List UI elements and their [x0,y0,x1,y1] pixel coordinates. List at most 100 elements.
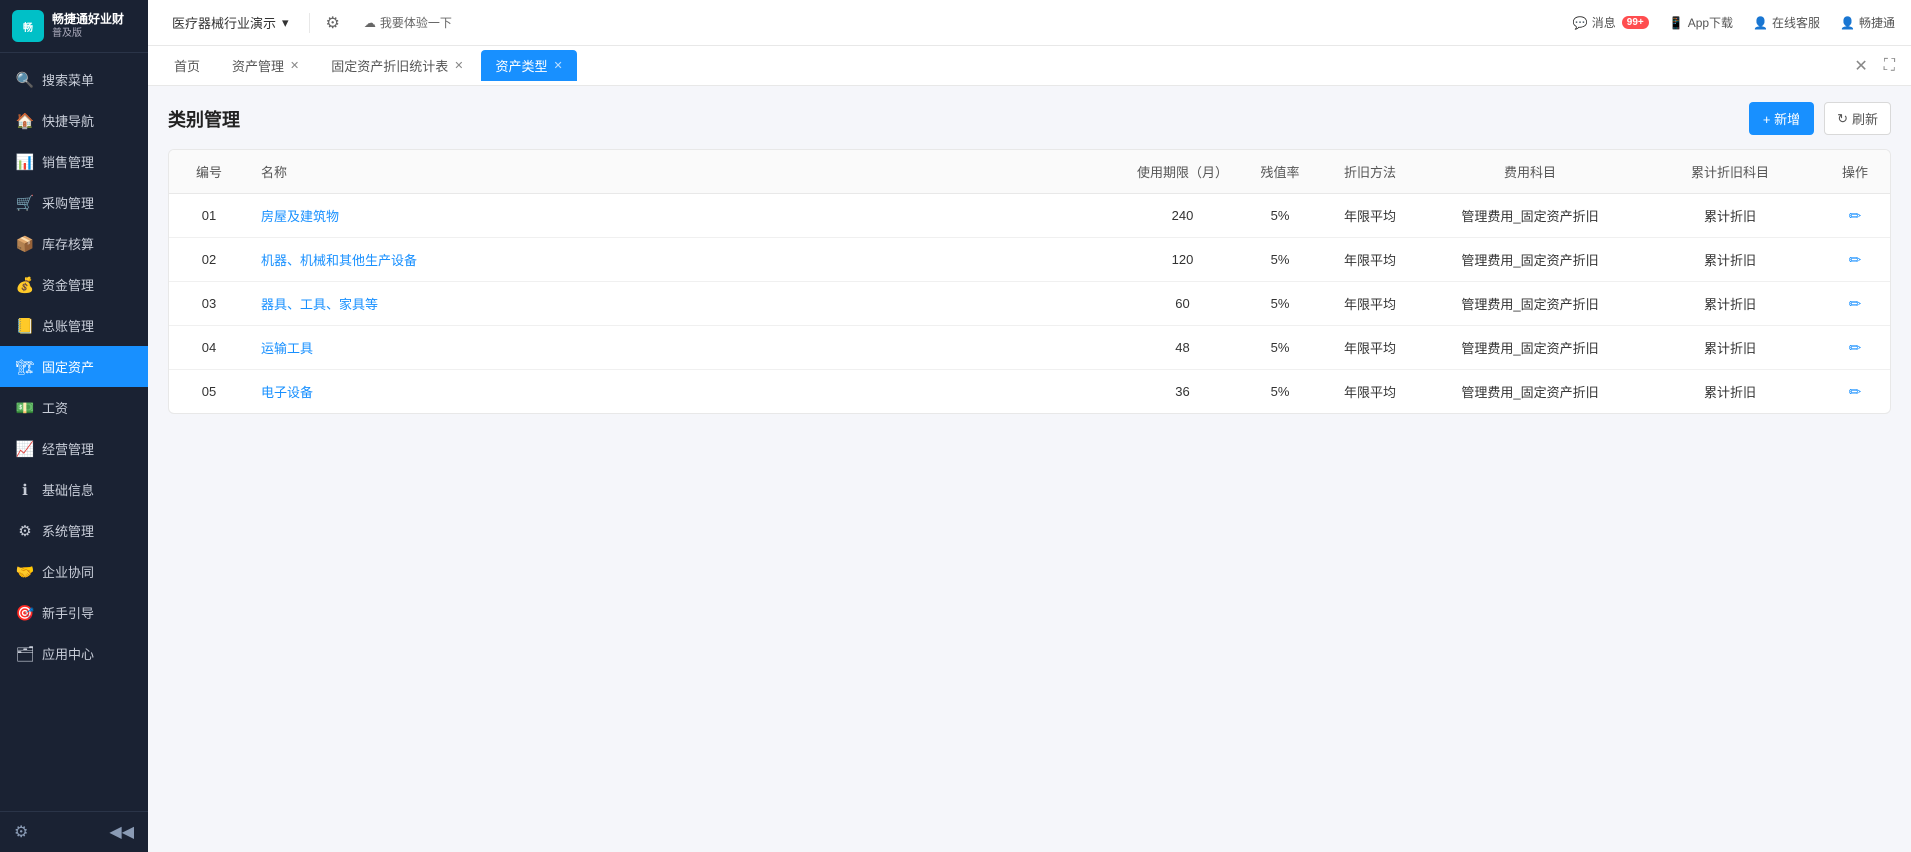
sidebar-item-search[interactable]: 🔍 搜索菜单 [0,59,148,100]
sidebar-item-quick-nav[interactable]: 🏠 快捷导航 [0,100,148,141]
cell-expense-1: 管理费用_固定资产折旧 [1420,238,1640,282]
sidebar-item-operations[interactable]: 📈 经营管理 [0,428,148,469]
col-header-name: 名称 [249,150,1125,194]
tab-0[interactable]: 首页 [160,50,214,81]
table-row: 01 房屋及建筑物 240 5% 年限平均 管理费用_固定资产折旧 累计折旧 ✏ [169,194,1890,238]
app-download-button[interactable]: 📱 App下载 [1669,14,1733,31]
page-actions: + 新增 ↻ 刷新 [1749,102,1891,135]
sidebar-label-search: 搜索菜单 [42,70,94,89]
new-button[interactable]: + 新增 [1749,102,1814,135]
sidebar-item-sales[interactable]: 📊 销售管理 [0,141,148,182]
page-content: 类别管理 + 新增 ↻ 刷新 编号 名称 使用期限（月） 残值率 折旧方法 [148,86,1911,852]
refresh-button[interactable]: ↻ 刷新 [1824,102,1891,135]
close-tab-icon[interactable]: ✕ [1850,52,1871,80]
tabbar: 首页资产管理✕固定资产折旧统计表✕资产类型✕ ✕ ⛶ [148,46,1911,86]
tab-label-1: 资产管理 [232,56,284,75]
sidebar-label-operations: 经营管理 [42,439,94,458]
experience-label: 我要体验一下 [380,14,452,31]
cell-action-3: ✏ [1820,326,1890,370]
industry-selector[interactable]: 医疗器械行业演示 ▾ [164,9,297,36]
download-icon: 📱 [1669,16,1684,30]
sidebar-label-basic-info: 基础信息 [42,480,94,499]
cell-residual-1: 5% [1240,238,1320,282]
cell-code-1: 02 [169,238,249,282]
message-label: 消息 [1592,14,1616,31]
edit-icon-3[interactable]: ✏ [1849,339,1862,357]
sidebar-item-fixed-assets[interactable]: 🏗 固定资产 [0,346,148,387]
cell-action-1: ✏ [1820,238,1890,282]
name-link-0[interactable]: 房屋及建筑物 [261,209,339,224]
logo-icon: 畅 [12,10,44,42]
sidebar-item-guide[interactable]: 🎯 新手引导 [0,592,148,633]
app-name: 畅捷通好业财 [52,12,124,28]
table-wrapper: 编号 名称 使用期限（月） 残值率 折旧方法 费用科目 累计折旧科目 操作 01… [168,149,1891,414]
topbar-settings-icon[interactable]: ⚙ [322,9,344,37]
cell-action-2: ✏ [1820,282,1890,326]
app-edition: 普及版 [52,27,124,40]
sidebar-icon-quick-nav: 🏠 [16,112,34,130]
table-row: 03 器具、工具、家具等 60 5% 年限平均 管理费用_固定资产折旧 累计折旧… [169,282,1890,326]
sidebar-icon-search: 🔍 [16,71,34,89]
sidebar-item-capital[interactable]: 💰 资金管理 [0,264,148,305]
cell-period-3: 48 [1125,326,1240,370]
customer-service-button[interactable]: 👤 在线客服 [1753,14,1820,31]
tab-3[interactable]: 资产类型 ✕ [481,50,576,81]
cell-method-2: 年限平均 [1320,282,1420,326]
name-link-1[interactable]: 机器、机械和其他生产设备 [261,253,417,268]
edit-icon-4[interactable]: ✏ [1849,383,1862,401]
cell-residual-2: 5% [1240,282,1320,326]
sidebar-label-capital: 资金管理 [42,275,94,294]
edit-icon-2[interactable]: ✏ [1849,295,1862,313]
tab-close-3[interactable]: ✕ [554,59,563,72]
message-icon: 💬 [1573,16,1588,30]
expand-tab-icon[interactable]: ⛶ [1880,53,1899,79]
sidebar-item-app-center[interactable]: 🗂 应用中心 [0,633,148,674]
sidebar-label-sales: 销售管理 [42,152,94,171]
col-header-code: 编号 [169,150,249,194]
col-header-period: 使用期限（月） [1125,150,1240,194]
tab-close-2[interactable]: ✕ [454,59,463,72]
tab-close-1[interactable]: ✕ [290,59,299,72]
industry-label: 医疗器械行业演示 [172,13,276,32]
settings-icon[interactable]: ⚙ [14,822,28,842]
sidebar-item-inventory[interactable]: 📦 库存核算 [0,223,148,264]
sidebar-item-basic-info[interactable]: ℹ 基础信息 [0,469,148,510]
tab-2[interactable]: 固定资产折旧统计表✕ [317,50,477,81]
sidebar-item-system[interactable]: ⚙ 系统管理 [0,510,148,551]
collapse-icon[interactable]: ◀◀ [109,822,134,842]
sidebar-label-app-center: 应用中心 [42,644,94,663]
sidebar-icon-sales: 📊 [16,153,34,171]
topbar-right: 💬 消息 99+ 📱 App下载 👤 在线客服 👤 畅捷通 [1573,14,1895,31]
sidebar-item-enterprise[interactable]: 🤝 企业协同 [0,551,148,592]
cell-accum-4: 累计折旧 [1640,370,1820,414]
cell-name-0: 房屋及建筑物 [249,194,1125,238]
table-row: 04 运输工具 48 5% 年限平均 管理费用_固定资产折旧 累计折旧 ✏ [169,326,1890,370]
refresh-label: 刷新 [1852,109,1878,128]
sidebar-footer: ⚙ ◀◀ [0,811,148,852]
sidebar-label-purchase: 采购管理 [42,193,94,212]
tab-label-3: 资产类型 [495,56,547,75]
cell-expense-4: 管理费用_固定资产折旧 [1420,370,1640,414]
sidebar-item-payroll[interactable]: 💵 工资 [0,387,148,428]
sidebar-icon-payroll: 💵 [16,399,34,417]
name-link-3[interactable]: 运输工具 [261,341,313,356]
category-table: 编号 名称 使用期限（月） 残值率 折旧方法 费用科目 累计折旧科目 操作 01… [169,150,1890,413]
sidebar-item-ledger[interactable]: 📒 总账管理 [0,305,148,346]
table-body: 01 房屋及建筑物 240 5% 年限平均 管理费用_固定资产折旧 累计折旧 ✏… [169,194,1890,414]
message-badge: 99+ [1622,16,1649,29]
edit-icon-1[interactable]: ✏ [1849,251,1862,269]
name-link-4[interactable]: 电子设备 [261,385,313,400]
tab-1[interactable]: 资产管理 ✕ [218,50,313,81]
message-button[interactable]: 💬 消息 99+ [1573,14,1649,31]
cell-accum-1: 累计折旧 [1640,238,1820,282]
sidebar-label-quick-nav: 快捷导航 [42,111,94,130]
sidebar-item-purchase[interactable]: 🛒 采购管理 [0,182,148,223]
user-button[interactable]: 👤 畅捷通 [1840,14,1895,31]
sidebar-label-inventory: 库存核算 [42,234,94,253]
experience-button[interactable]: ☁ 我要体验一下 [364,14,452,31]
name-link-2[interactable]: 器具、工具、家具等 [261,297,378,312]
col-header-method: 折旧方法 [1320,150,1420,194]
topbar: 医疗器械行业演示 ▾ ⚙ ☁ 我要体验一下 💬 消息 99+ 📱 App下载 👤… [148,0,1911,46]
customer-service-label: 在线客服 [1772,14,1820,31]
edit-icon-0[interactable]: ✏ [1849,207,1862,225]
